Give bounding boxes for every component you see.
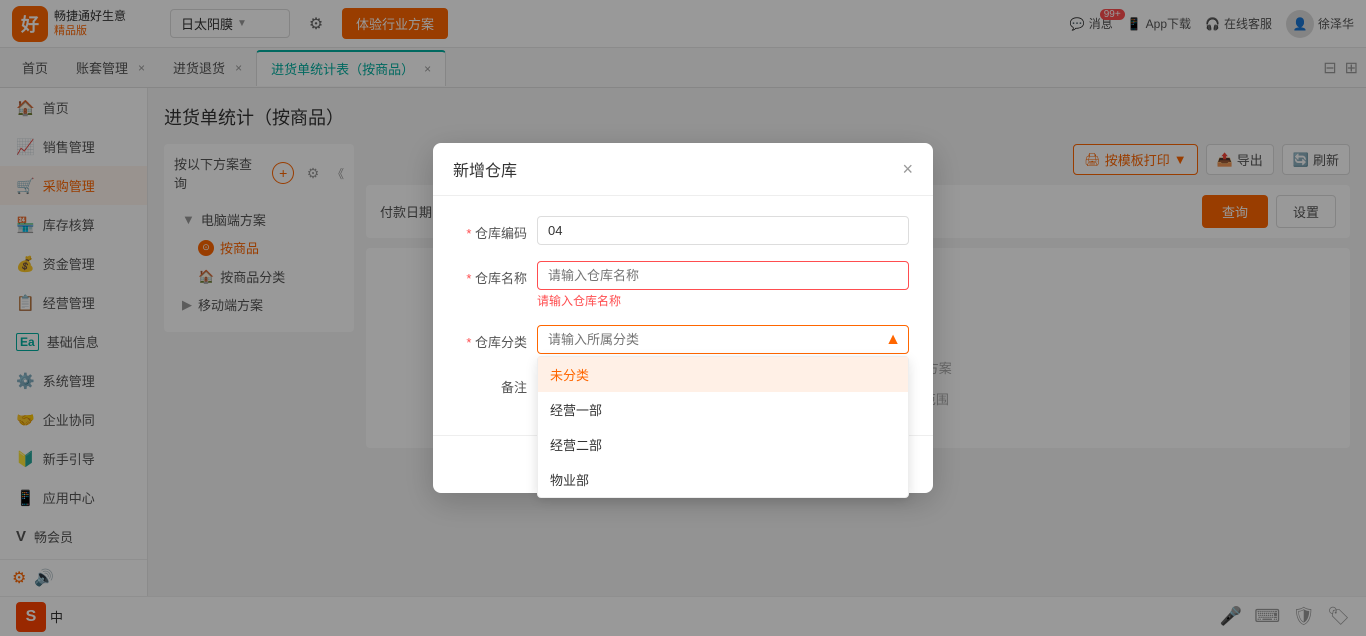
add-warehouse-modal: 新增仓库 × 仓库编码 仓库名称 请输入仓库名称	[433, 143, 933, 493]
modal-body: 仓库编码 仓库名称 请输入仓库名称 仓库分类	[433, 196, 933, 435]
modal-header: 新增仓库 ×	[433, 143, 933, 196]
modal-overlay[interactable]: 新增仓库 × 仓库编码 仓库名称 请输入仓库名称	[0, 0, 1366, 636]
dropdown-item-dept2[interactable]: 经营二部	[538, 427, 908, 462]
category-field: ▲ 未分类 经营一部 经营二部 物业部	[537, 325, 909, 354]
category-form-row: 仓库分类 ▲ 未分类 经营一部	[457, 325, 909, 354]
name-form-row: 仓库名称 请输入仓库名称	[457, 261, 909, 309]
modal-title: 新增仓库	[453, 157, 517, 181]
code-form-row: 仓库编码	[457, 216, 909, 245]
warehouse-code-input[interactable]	[537, 216, 909, 245]
name-error-tip: 请输入仓库名称	[537, 292, 909, 309]
dropdown-item-uncategorized[interactable]: 未分类	[538, 357, 908, 392]
category-input-wrapper: ▲	[537, 325, 909, 354]
modal-close-button[interactable]: ×	[902, 159, 913, 180]
name-label: 仓库名称	[457, 261, 527, 287]
code-field	[537, 216, 909, 245]
category-dropdown-toggle[interactable]: ▲	[885, 331, 901, 349]
name-field: 请输入仓库名称	[537, 261, 909, 309]
warehouse-name-input[interactable]	[537, 261, 909, 290]
dropdown-item-dept1[interactable]: 经营一部	[538, 392, 908, 427]
category-dropdown-popup: 未分类 经营一部 经营二部 物业部	[537, 356, 909, 498]
remark-label: 备注	[457, 370, 527, 396]
code-label: 仓库编码	[457, 216, 527, 242]
dropdown-item-dept3[interactable]: 物业部	[538, 462, 908, 497]
category-label: 仓库分类	[457, 325, 527, 351]
warehouse-category-input[interactable]	[537, 325, 909, 354]
